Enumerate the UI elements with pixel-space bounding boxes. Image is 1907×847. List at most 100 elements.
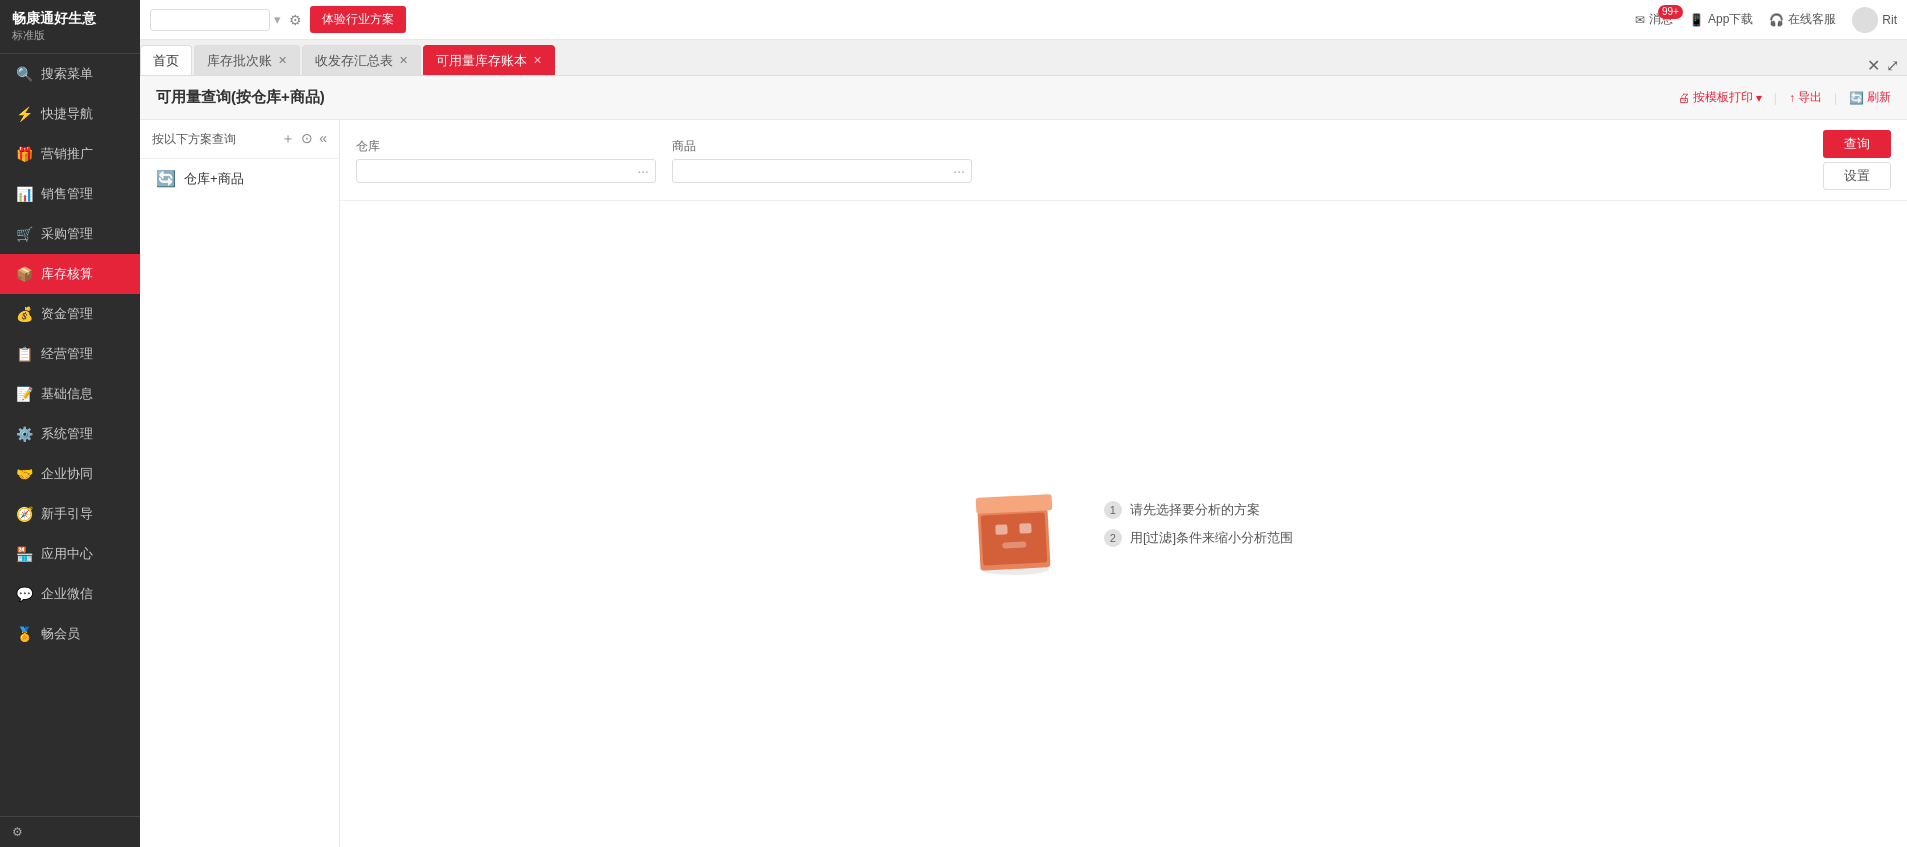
collapse-panel-icon[interactable]: « [319, 130, 327, 148]
sidebar-item-wechat[interactable]: 💬企业微信 [0, 574, 140, 614]
goods-label: 商品 [672, 138, 972, 155]
tab-home[interactable]: 首页 [140, 45, 192, 75]
sidebar-item-purchase[interactable]: 🛒采购管理 [0, 214, 140, 254]
scheme-label: 仓库+商品 [184, 170, 244, 188]
sidebar-item-basic[interactable]: 📝基础信息 [0, 374, 140, 414]
tab-receipts-close-icon[interactable]: ✕ [399, 54, 408, 67]
sidebar-icon-enterprise: 🤝 [16, 466, 33, 482]
sidebar-icon-operations: 📋 [16, 346, 33, 362]
sidebar-icon-newbie: 🧭 [16, 506, 33, 522]
svg-rect-6 [1002, 541, 1026, 548]
right-panel: 仓库 ··· 商品 ··· 查询 设置 [340, 120, 1907, 847]
customer-service-button[interactable]: 🎧 在线客服 [1769, 11, 1836, 28]
app-download-button[interactable]: 📱 App下载 [1689, 11, 1753, 28]
export-button[interactable]: ↑ 导出 [1789, 89, 1822, 106]
search-input[interactable] [150, 9, 270, 31]
settings-scheme-icon[interactable]: ⊙ [301, 130, 313, 148]
refresh-icon: 🔄 [1849, 91, 1864, 105]
phone-icon: 📱 [1689, 13, 1704, 27]
empty-hint-2: 2 用[过滤]条件来缩小分析范围 [1104, 529, 1293, 547]
sidebar-icon-apps: 🏪 [16, 546, 33, 562]
refresh-label: 刷新 [1867, 89, 1891, 106]
sidebar-icon-marketing_promo: 🎁 [16, 146, 33, 162]
sidebar-item-finance[interactable]: 💰资金管理 [0, 294, 140, 334]
sidebar-item-newbie[interactable]: 🧭新手引导 [0, 494, 140, 534]
sidebar-item-system[interactable]: ⚙️ 系统管理 [0, 414, 140, 454]
filter-actions: 查询 设置 [1823, 130, 1891, 190]
tab-batch-label: 库存批次账 [207, 52, 272, 70]
hint-num-1: 1 [1104, 501, 1122, 519]
user-menu[interactable]: Rit [1852, 7, 1897, 33]
empty-hint: 1 请先选择要分析的方案 2 用[过滤]条件来缩小分析范围 [1104, 501, 1293, 547]
headset-icon: 🎧 [1769, 13, 1784, 27]
warehouse-input[interactable] [363, 164, 637, 178]
svg-rect-5 [1019, 523, 1032, 534]
sidebar-item-sales[interactable]: 📊 销售管理 [0, 174, 140, 214]
sidebar-item-marketing_promo[interactable]: 🎁营销推广 [0, 134, 140, 174]
divider2: | [1834, 91, 1837, 105]
app-subtitle: 标准版 [12, 28, 128, 43]
sidebar-icon-system: ⚙️ [16, 426, 33, 442]
tab-close-all-icon[interactable]: ✕ [1867, 56, 1880, 75]
sidebar-item-inventory[interactable]: 📦库存核算 [0, 254, 140, 294]
query-button[interactable]: 查询 [1823, 130, 1891, 158]
page-title: 可用量查询(按仓库+商品) [156, 88, 1678, 107]
sidebar-item-operations[interactable]: 📋 经营管理 [0, 334, 140, 374]
sidebar-label-system: 系统管理 [41, 425, 93, 443]
tab-receipts[interactable]: 收发存汇总表 ✕ [302, 45, 421, 75]
settings-button[interactable]: 设置 [1823, 162, 1891, 190]
customer-service-label: 在线客服 [1788, 11, 1836, 28]
warehouse-dots-icon[interactable]: ··· [637, 163, 649, 179]
goods-input[interactable] [679, 164, 953, 178]
tab-available-label: 可用量库存账本 [436, 52, 527, 70]
svg-rect-3 [981, 512, 1048, 565]
scheme-warehouse-goods[interactable]: 🔄 仓库+商品 [140, 159, 339, 198]
tab-expand-icon[interactable]: ⤢ [1886, 56, 1899, 75]
search-dropdown-icon[interactable]: ▾ [274, 12, 281, 27]
goods-dots-icon[interactable]: ··· [953, 163, 965, 179]
sidebar-item-search[interactable]: 🔍 搜索菜单 [0, 54, 140, 94]
add-scheme-icon[interactable]: ＋ [281, 130, 295, 148]
warehouse-input-wrapper: ··· [356, 159, 656, 183]
tab-batch[interactable]: 库存批次账 ✕ [194, 45, 300, 75]
tab-available[interactable]: 可用量库存账本 ✕ [423, 45, 555, 75]
gear-icon[interactable]: ⚙ [289, 12, 302, 28]
topbar-right: ✉ 消息 99+ 📱 App下载 🎧 在线客服 Rit [1635, 7, 1897, 33]
industry-solution-button[interactable]: 体验行业方案 [310, 6, 406, 33]
sidebar-icon-member: 🏅 [16, 626, 33, 642]
tab-available-close-icon[interactable]: ✕ [533, 54, 542, 67]
tab-home-label: 首页 [153, 52, 179, 70]
empty-box-svg [954, 464, 1074, 584]
topbar-search: ▾ [150, 9, 281, 31]
sidebar-item-enterprise[interactable]: 🤝企业协同 [0, 454, 140, 494]
hint-text-2: 用[过滤]条件来缩小分析范围 [1130, 529, 1293, 547]
sidebar-icon-sales: 📊 [16, 186, 33, 202]
empty-state: 1 请先选择要分析的方案 2 用[过滤]条件来缩小分析范围 [340, 201, 1907, 847]
sidebar-label-sales: 销售管理 [41, 185, 93, 203]
sidebar-icon-shortcut: ⚡ [16, 106, 33, 122]
sidebar-item-apps[interactable]: 🏪应用中心 [0, 534, 140, 574]
svg-rect-4 [995, 524, 1008, 535]
sidebar-label-search: 搜索菜单 [41, 65, 93, 83]
sidebar-label-wechat: 企业微信 [41, 585, 93, 603]
avatar [1852, 7, 1878, 33]
tab-batch-close-icon[interactable]: ✕ [278, 54, 287, 67]
sidebar-label-basic: 基础信息 [41, 385, 93, 403]
sidebar-icon-search: 🔍 [16, 66, 33, 82]
sidebar-label-inventory: 库存核算 [41, 265, 93, 283]
sidebar-label-shortcut: 快捷导航 [41, 105, 93, 123]
print-dropdown-icon[interactable]: ▾ [1756, 91, 1762, 105]
filter-bar: 仓库 ··· 商品 ··· 查询 设置 [340, 120, 1907, 201]
refresh-button[interactable]: 🔄 刷新 [1849, 89, 1891, 106]
sidebar-label-operations: 经营管理 [41, 345, 93, 363]
sidebar-label-finance: 资金管理 [41, 305, 93, 323]
content-area: 按以下方案查询 ＋ ⊙ « 🔄 仓库+商品 仓库 ··· [140, 120, 1907, 847]
tab-receipts-label: 收发存汇总表 [315, 52, 393, 70]
sidebar-item-member[interactable]: 🏅 畅会员 [0, 614, 140, 654]
sidebar-label-member: 畅会员 [41, 625, 80, 643]
sidebar-item-shortcut[interactable]: ⚡ 快捷导航 [0, 94, 140, 134]
empty-illustration [954, 464, 1074, 584]
notification-button[interactable]: ✉ 消息 99+ [1635, 11, 1673, 28]
print-button[interactable]: 🖨 按模板打印 ▾ [1678, 89, 1762, 106]
sidebar-icon-purchase: 🛒 [16, 226, 33, 242]
